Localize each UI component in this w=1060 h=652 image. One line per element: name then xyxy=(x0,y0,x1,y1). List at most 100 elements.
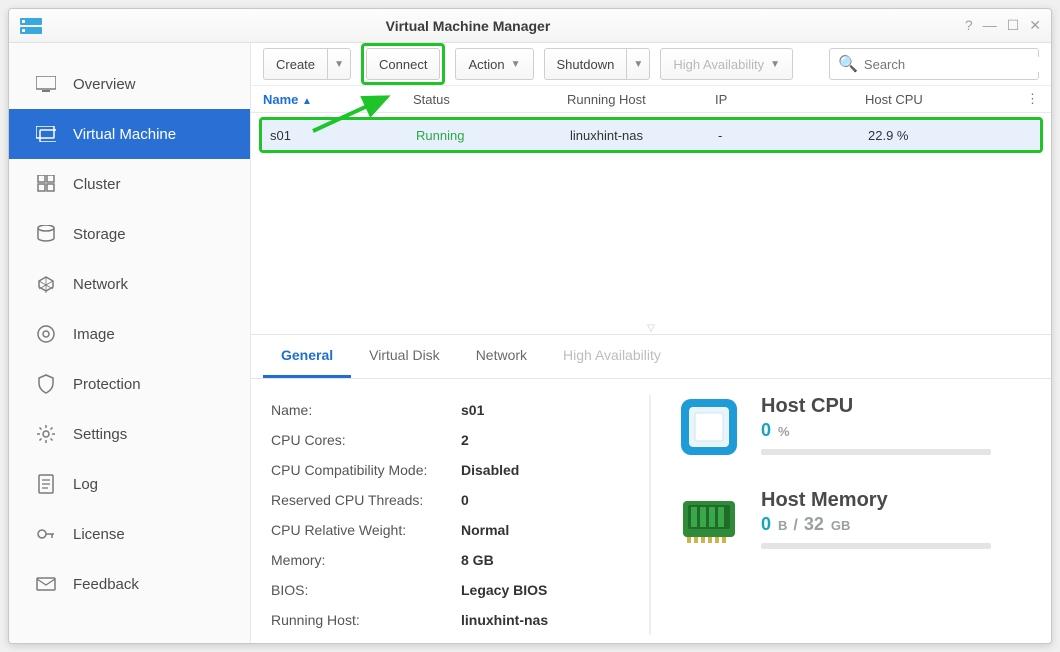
overview-icon xyxy=(33,74,59,94)
titlebar: Virtual Machine Manager ? — ☐ ✕ xyxy=(9,9,1051,43)
window-maximize-icon[interactable]: ☐ xyxy=(1007,17,1020,34)
sidebar: Overview Virtual Machine Cluster Storage… xyxy=(9,43,251,643)
sidebar-item-settings[interactable]: Settings xyxy=(9,409,250,459)
cluster-icon xyxy=(33,174,59,194)
sidebar-item-label: Network xyxy=(73,276,128,293)
prop-row: Reserved CPU Threads:0 xyxy=(271,485,631,515)
split-handle-icon[interactable]: ▽ xyxy=(251,323,1051,334)
sidebar-item-virtual-machine[interactable]: Virtual Machine xyxy=(9,109,250,159)
sidebar-item-label: License xyxy=(73,526,125,543)
shutdown-dropdown-caret[interactable]: ▼ xyxy=(626,48,650,80)
image-icon xyxy=(33,324,59,344)
detail-area: General Virtual Disk Network High Availa… xyxy=(251,334,1051,643)
cell-status: Running xyxy=(416,128,570,143)
search-box[interactable]: 🔍 xyxy=(829,48,1039,80)
row-highlight: s01 Running linuxhint-nas - 22.9 % xyxy=(259,117,1043,153)
cell-ip: - xyxy=(718,128,868,143)
col-running-host[interactable]: Running Host xyxy=(567,92,715,107)
sidebar-item-network[interactable]: Network xyxy=(9,259,250,309)
window-title: Virtual Machine Manager xyxy=(51,18,885,34)
prop-row: Name:s01 xyxy=(271,395,631,425)
connect-button[interactable]: Connect xyxy=(366,48,440,80)
chevron-down-icon: ▼ xyxy=(511,59,521,70)
sidebar-item-label: Cluster xyxy=(73,176,121,193)
cell-host: linuxhint-nas xyxy=(570,128,718,143)
sidebar-item-feedback[interactable]: Feedback xyxy=(9,559,250,609)
sort-asc-icon: ▲ xyxy=(302,96,312,107)
col-status[interactable]: Status xyxy=(413,92,567,107)
cpu-icon xyxy=(677,395,741,459)
shutdown-button[interactable]: Shutdown xyxy=(544,48,627,80)
shutdown-button-group: Shutdown ▼ xyxy=(544,48,651,80)
protection-icon xyxy=(33,374,59,394)
sidebar-item-label: Virtual Machine xyxy=(73,126,176,143)
host-panel: Host CPU 0 % Host Memory 0 B/32 xyxy=(677,395,1031,635)
host-memory-bar xyxy=(761,543,991,549)
prop-row: CPU Cores:2 xyxy=(271,425,631,455)
host-memory-block: Host Memory 0 B/32 GB xyxy=(677,489,1031,553)
properties-list: Name:s01 CPU Cores:2 CPU Compatibility M… xyxy=(271,395,651,635)
memory-icon xyxy=(677,489,741,553)
sidebar-item-storage[interactable]: Storage xyxy=(9,209,250,259)
sidebar-item-overview[interactable]: Overview xyxy=(9,59,250,109)
sidebar-item-label: Storage xyxy=(73,226,126,243)
network-icon xyxy=(33,274,59,294)
host-cpu-bar xyxy=(761,449,991,455)
prop-row: Memory:8 GB xyxy=(271,545,631,575)
high-availability-button[interactable]: High Availability▼ xyxy=(660,48,793,80)
prop-row: Running Host:linuxhint-nas xyxy=(271,605,631,635)
sidebar-item-label: Overview xyxy=(73,76,136,93)
storage-icon xyxy=(33,224,59,244)
col-name[interactable]: Name ▲ xyxy=(263,92,413,107)
action-button[interactable]: Action▼ xyxy=(455,48,533,80)
create-button[interactable]: Create xyxy=(263,48,327,80)
main-panel: Create ▼ Connect Action▼ Shutdown ▼ High… xyxy=(251,43,1051,643)
app-window: Virtual Machine Manager ? — ☐ ✕ Overview… xyxy=(8,8,1052,644)
col-ip[interactable]: IP xyxy=(715,92,865,107)
sidebar-item-label: Log xyxy=(73,476,98,493)
sidebar-item-image[interactable]: Image xyxy=(9,309,250,359)
table-row[interactable]: s01 Running linuxhint-nas - 22.9 % xyxy=(262,120,1040,150)
host-cpu-block: Host CPU 0 % xyxy=(677,395,1031,459)
tab-network[interactable]: Network xyxy=(458,335,545,378)
sidebar-item-protection[interactable]: Protection xyxy=(9,359,250,409)
window-minimize-icon[interactable]: — xyxy=(983,17,997,34)
prop-row: BIOS:Legacy BIOS xyxy=(271,575,631,605)
window-close-icon[interactable]: ✕ xyxy=(1029,17,1041,34)
tab-general[interactable]: General xyxy=(263,335,351,378)
cell-cpu: 22.9 % xyxy=(868,128,988,143)
table-header: Name ▲ Status Running Host IP Host CPU ⋮ xyxy=(251,86,1051,113)
prop-row: CPU Compatibility Mode:Disabled xyxy=(271,455,631,485)
host-memory-value: 0 B/32 GB xyxy=(761,514,991,535)
sidebar-item-cluster[interactable]: Cluster xyxy=(9,159,250,209)
toolbar: Create ▼ Connect Action▼ Shutdown ▼ High… xyxy=(251,43,1051,86)
host-cpu-value: 0 % xyxy=(761,420,991,441)
sidebar-item-label: Feedback xyxy=(73,576,139,593)
detail-tabs: General Virtual Disk Network High Availa… xyxy=(251,335,1051,379)
vm-icon xyxy=(33,124,59,144)
cell-name: s01 xyxy=(266,128,416,143)
tab-high-availability[interactable]: High Availability xyxy=(545,335,679,378)
sidebar-item-license[interactable]: License xyxy=(9,509,250,559)
sidebar-item-label: Image xyxy=(73,326,115,343)
license-icon xyxy=(33,524,59,544)
sidebar-item-label: Settings xyxy=(73,426,127,443)
sidebar-item-label: Protection xyxy=(73,376,141,393)
feedback-icon xyxy=(33,574,59,594)
col-more-icon[interactable]: ⋮ xyxy=(985,91,1039,107)
log-icon xyxy=(33,474,59,494)
sidebar-item-log[interactable]: Log xyxy=(9,459,250,509)
col-host-cpu[interactable]: Host CPU xyxy=(865,92,985,107)
search-icon: 🔍 xyxy=(838,54,858,74)
settings-icon xyxy=(33,424,59,444)
connect-highlight: Connect xyxy=(361,43,445,85)
search-input[interactable] xyxy=(864,57,1040,72)
create-dropdown-caret[interactable]: ▼ xyxy=(327,48,351,80)
tab-virtual-disk[interactable]: Virtual Disk xyxy=(351,335,458,378)
window-help-icon[interactable]: ? xyxy=(965,17,973,34)
prop-row: CPU Relative Weight:Normal xyxy=(271,515,631,545)
app-icon xyxy=(19,16,43,36)
host-cpu-label: Host CPU xyxy=(761,395,991,418)
create-button-group: Create ▼ xyxy=(263,48,351,80)
chevron-down-icon: ▼ xyxy=(770,59,780,70)
